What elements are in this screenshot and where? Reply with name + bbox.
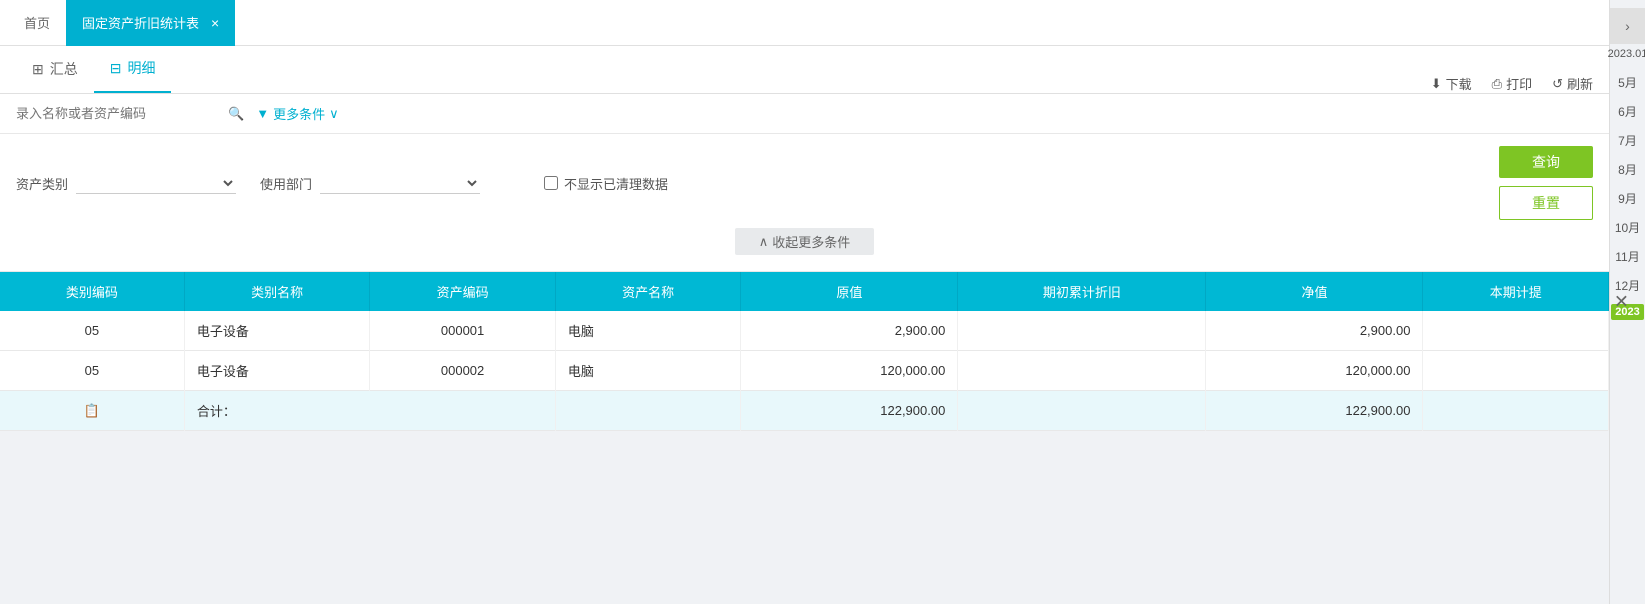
more-conditions-link[interactable]: ▼ 更多条件 ∨ xyxy=(256,104,338,123)
chevron-down-icon: ∨ xyxy=(329,106,339,122)
nav-bar: 首页 固定资产折旧统计表 × ✕ xyxy=(0,0,1609,46)
filter-buttons: 查询 重置 xyxy=(1499,146,1593,220)
sidebar-month-item[interactable]: 11月 xyxy=(1610,242,1645,271)
table-row: 05 电子设备 000002 电脑 120,000.00 120,000.00 xyxy=(0,351,1609,391)
cell-cat-name: 电子设备 xyxy=(184,311,370,351)
hide-cleared-checkbox[interactable] xyxy=(544,176,558,190)
summary-net-value: 122,900.00 xyxy=(1206,391,1423,431)
tab-bar: ⊞ 汇总 ⊟ 明细 ⬇ 下载 ⎙ 打印 ↺ 刷新 xyxy=(0,46,1609,94)
tab-summary[interactable]: ⊞ 汇总 xyxy=(16,45,94,93)
window-close-button[interactable]: ✕ xyxy=(1614,292,1629,313)
collapse-bar: ∧ 收起更多条件 xyxy=(16,220,1593,263)
table-header-row: 类别编码 类别名称 资产编码 资产名称 原值 期初累计折旧 净值 本期计提 xyxy=(0,272,1609,311)
col-net-value: 净值 xyxy=(1206,272,1423,311)
search-input[interactable] xyxy=(16,106,216,121)
expand-icon: › xyxy=(1625,18,1630,34)
cell-accum-dep xyxy=(958,311,1206,351)
summary-current-dep xyxy=(1423,391,1609,431)
cell-original: 120,000.00 xyxy=(741,351,958,391)
summary-accum-dep xyxy=(958,391,1206,431)
print-label: 打印 xyxy=(1506,74,1532,93)
summary-icon-cell: 📋 xyxy=(0,391,184,431)
cell-cat-code: 05 xyxy=(0,351,184,391)
tab-summary-label: 汇总 xyxy=(50,59,78,79)
cell-net-value: 120,000.00 xyxy=(1206,351,1423,391)
summary-original: 122,900.00 xyxy=(741,391,958,431)
sidebar-months: 5月6月7月8月9月10月11月12月 xyxy=(1610,64,1645,300)
summary-label: 合计： xyxy=(184,391,555,431)
cell-asset-code: 000001 xyxy=(370,311,556,351)
col-accum-dep: 期初累计折旧 xyxy=(958,272,1206,311)
col-original: 原值 xyxy=(741,272,958,311)
col-asset-code: 资产编码 xyxy=(370,272,556,311)
collapse-label: 收起更多条件 xyxy=(772,232,850,251)
detail-icon: ⊟ xyxy=(110,60,122,77)
department-label: 使用部门 xyxy=(260,174,312,193)
filter-icon: ▼ xyxy=(256,106,269,121)
sidebar-month-item[interactable]: 6月 xyxy=(1610,97,1645,126)
summary-row: 📋 合计： 122,900.00 122,900.00 xyxy=(0,391,1609,431)
more-conditions-label: 更多条件 xyxy=(273,104,325,123)
summary-empty xyxy=(555,391,741,431)
search-icon[interactable]: 🔍 xyxy=(228,106,244,122)
adv-filter-row: 资产类别 使用部门 不显示已清理数据 查询 重置 xyxy=(16,146,1593,220)
cell-current-dep xyxy=(1423,351,1609,391)
refresh-label: 刷新 xyxy=(1567,74,1593,93)
tab-actions: ⬇ 下载 ⎙ 打印 ↺ 刷新 xyxy=(1431,74,1593,93)
active-tab: 固定资产折旧统计表 × xyxy=(66,0,235,46)
tab-title: 固定资产折旧统计表 xyxy=(82,13,199,32)
print-button[interactable]: ⎙ 打印 xyxy=(1492,74,1532,93)
refresh-icon: ↺ xyxy=(1552,76,1563,92)
table-wrapper: 类别编码 类别名称 资产编码 资产名称 原值 期初累计折旧 净值 本期计提 05… xyxy=(0,272,1609,604)
cell-original: 2,900.00 xyxy=(741,311,958,351)
sidebar-month-item[interactable]: 8月 xyxy=(1610,155,1645,184)
sidebar-month-item[interactable]: 5月 xyxy=(1610,68,1645,97)
tab-detail[interactable]: ⊟ 明细 xyxy=(94,45,172,93)
cell-asset-name: 电脑 xyxy=(555,351,741,391)
summary-icon: ⊞ xyxy=(32,61,44,78)
advanced-filter: 资产类别 使用部门 不显示已清理数据 查询 重置 ∧ xyxy=(0,134,1609,272)
sidebar-month-item[interactable]: 9月 xyxy=(1610,184,1645,213)
col-asset-name: 资产名称 xyxy=(555,272,741,311)
date-label: 2023.01 xyxy=(1606,44,1645,64)
query-button[interactable]: 查询 xyxy=(1499,146,1593,178)
cell-asset-name: 电脑 xyxy=(555,311,741,351)
asset-category-label: 资产类别 xyxy=(16,174,68,193)
sidebar-expand-button[interactable]: › xyxy=(1610,8,1645,44)
filter-bar: 🔍 ▼ 更多条件 ∨ xyxy=(0,94,1609,134)
asset-category-select[interactable] xyxy=(76,172,236,194)
cell-current-dep xyxy=(1423,311,1609,351)
table-row: 05 电子设备 000001 电脑 2,900.00 2,900.00 xyxy=(0,311,1609,351)
download-icon: ⬇ xyxy=(1431,76,1442,92)
download-button[interactable]: ⬇ 下载 xyxy=(1431,74,1472,93)
col-cat-code: 类别编码 xyxy=(0,272,184,311)
print-icon: ⎙ xyxy=(1492,76,1502,92)
tab-close-button[interactable]: × xyxy=(211,15,219,31)
col-current-dep: 本期计提 xyxy=(1423,272,1609,311)
home-link[interactable]: 首页 xyxy=(16,13,58,32)
department-field: 使用部门 xyxy=(260,172,480,194)
data-table: 类别编码 类别名称 资产编码 资产名称 原值 期初累计折旧 净值 本期计提 05… xyxy=(0,272,1609,431)
cell-cat-code: 05 xyxy=(0,311,184,351)
department-select[interactable] xyxy=(320,172,480,194)
tab-detail-label: 明细 xyxy=(127,58,155,78)
sidebar-month-item[interactable]: 10月 xyxy=(1610,213,1645,242)
hide-cleared-area: 不显示已清理数据 xyxy=(544,174,668,193)
cell-cat-name: 电子设备 xyxy=(184,351,370,391)
col-cat-name: 类别名称 xyxy=(184,272,370,311)
refresh-button[interactable]: ↺ 刷新 xyxy=(1552,74,1593,93)
download-label: 下载 xyxy=(1446,74,1472,93)
asset-category-field: 资产类别 xyxy=(16,172,236,194)
cell-accum-dep xyxy=(958,351,1206,391)
sidebar-month-item[interactable]: 7月 xyxy=(1610,126,1645,155)
collapse-icon: ∧ xyxy=(759,234,769,250)
cell-asset-code: 000002 xyxy=(370,351,556,391)
collapse-button[interactable]: ∧ 收起更多条件 xyxy=(735,228,875,255)
reset-button[interactable]: 重置 xyxy=(1499,186,1593,220)
hide-cleared-label: 不显示已清理数据 xyxy=(564,174,668,193)
cell-net-value: 2,900.00 xyxy=(1206,311,1423,351)
